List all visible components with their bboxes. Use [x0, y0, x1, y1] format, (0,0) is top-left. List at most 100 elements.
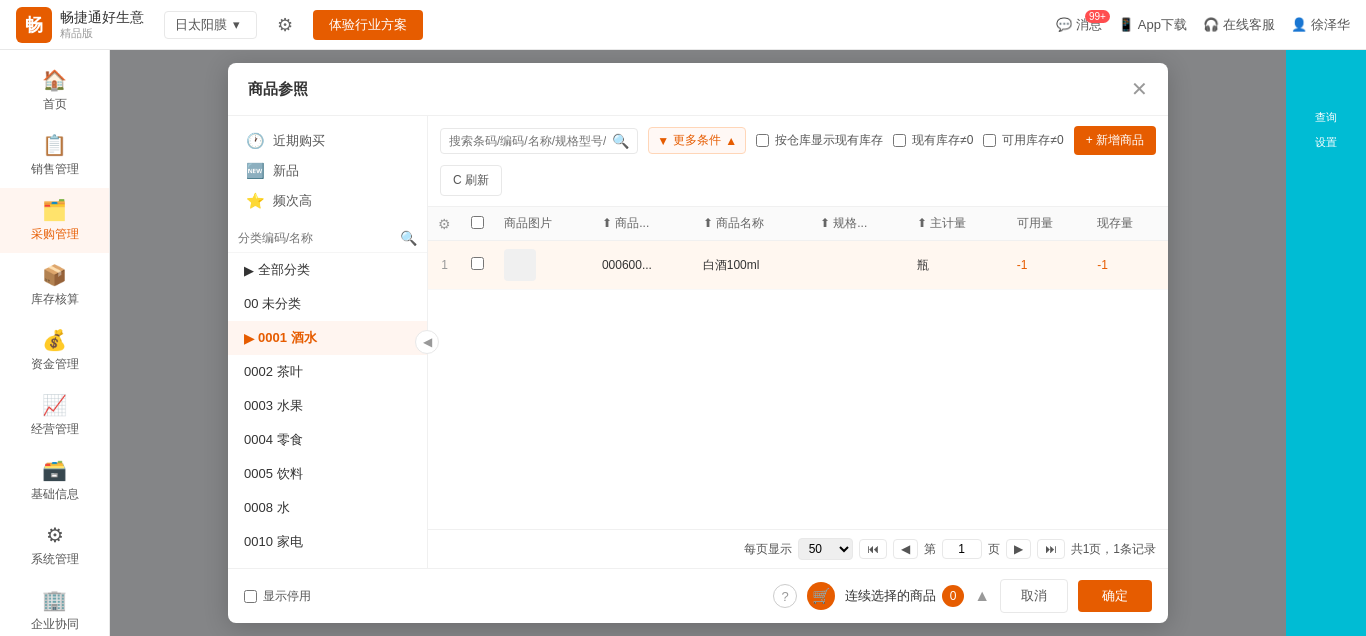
category-0010[interactable]: 0010 家电	[228, 525, 427, 558]
clock-icon: 🕐	[246, 132, 265, 150]
category-0005[interactable]: 0005 饮料	[228, 457, 427, 491]
category-0008[interactable]: 0008 水	[228, 491, 427, 525]
checkbox-nonzero-available-input[interactable]	[983, 134, 996, 147]
more-filters-button[interactable]: ▼ 更多条件 ▲	[648, 127, 746, 154]
checkbox-nonzero-available[interactable]: 可用库存≠0	[983, 132, 1063, 149]
modal-toolbar: 🔍 ▼ 更多条件 ▲ 按仓库显示现有库存	[428, 116, 1168, 207]
right-panel-settings[interactable]: 设置	[1315, 135, 1337, 150]
sidebar-item-base[interactable]: 🗃️ 基础信息	[0, 448, 109, 513]
category-0002[interactable]: 0002 茶叶	[228, 355, 427, 389]
product-search-input[interactable]	[449, 134, 606, 148]
category-0001[interactable]: ▶ 0001 酒水	[228, 321, 427, 355]
sidebar-item-operations-label: 经营管理	[31, 421, 79, 438]
user-avatar[interactable]: 👤 徐泽华	[1291, 16, 1350, 34]
app-edition: 精品版	[60, 26, 144, 41]
page-size-label: 每页显示	[744, 541, 792, 558]
sidebar-item-purchase[interactable]: 🗂️ 采购管理	[0, 188, 109, 253]
logo-icon: 畅	[16, 7, 52, 43]
sidebar-item-system-label: 系统管理	[31, 551, 79, 568]
category-search-input[interactable]	[238, 231, 400, 245]
table-settings-icon[interactable]: ⚙	[438, 216, 451, 232]
row-checkbox[interactable]	[471, 257, 484, 270]
system-icon: ⚙	[46, 523, 64, 547]
sidebar-item-sales[interactable]: 📋 销售管理	[0, 123, 109, 188]
new-icon: 🆕	[246, 162, 265, 180]
checkbox-nonzero-stock[interactable]: 现有库存≠0	[893, 132, 973, 149]
next-page-button[interactable]: ▶	[1006, 539, 1031, 559]
product-unit: 瓶	[907, 241, 1007, 290]
show-disabled-checkbox[interactable]: 显示停用	[244, 588, 311, 605]
category-arrow-0001: ▶	[244, 331, 254, 346]
col-unit: ⬆ 主计量	[907, 207, 1007, 241]
settings-icon[interactable]: ⚙	[269, 9, 301, 41]
modal-right-panel: 🔍 ▼ 更多条件 ▲ 按仓库显示现有库存	[428, 116, 1168, 568]
finance-icon: 💰	[42, 328, 67, 352]
left-panel-collapse-button[interactable]: ◀	[415, 330, 439, 354]
category-arrow-all: ▶	[244, 263, 254, 278]
sidebar-item-home-label: 首页	[43, 96, 67, 113]
trial-button[interactable]: 体验行业方案	[313, 10, 423, 40]
enterprise-icon: 🏢	[42, 588, 67, 612]
product-reference-modal: 商品参照 ✕ 🕐 近期购买 🆕	[228, 63, 1168, 623]
col-img: 商品图片	[494, 207, 592, 241]
refresh-button[interactable]: C 刷新	[440, 165, 502, 196]
add-product-button[interactable]: + 新增商品	[1074, 126, 1156, 155]
sidebar-item-inventory[interactable]: 📦 库存核算	[0, 253, 109, 318]
checkbox-warehouse[interactable]: 按仓库显示现有库存	[756, 132, 883, 149]
cancel-button[interactable]: 取消	[1000, 579, 1068, 613]
last-page-button[interactable]: ⏭	[1037, 539, 1065, 559]
count-badge: 0	[942, 585, 964, 607]
nav-store-selector[interactable]: 日太阳膜 ▾	[164, 11, 257, 39]
col-code: ⬆ 商品...	[592, 207, 693, 241]
main-layout: 🏠 首页 📋 销售管理 🗂️ 采购管理 📦 库存核算 💰 资金管理 📈 经营管理…	[0, 50, 1366, 636]
sidebar-item-purchase-label: 采购管理	[31, 226, 79, 243]
col-stock: 现存量	[1087, 207, 1168, 241]
sidebar-item-enterprise[interactable]: 🏢 企业协同	[0, 578, 109, 636]
sidebar-item-home[interactable]: 🏠 首页	[0, 58, 109, 123]
sidebar-item-base-label: 基础信息	[31, 486, 79, 503]
quick-items: 🕐 近期购买 🆕 新品 ⭐ 频次高	[228, 126, 427, 216]
app-download-item[interactable]: 📱 App下载	[1118, 16, 1187, 34]
quick-item-frequent[interactable]: ⭐ 频次高	[238, 186, 417, 216]
modal-close-button[interactable]: ✕	[1131, 77, 1148, 101]
cart-icon[interactable]: 🛒	[807, 582, 835, 610]
product-image	[504, 249, 536, 281]
checkbox-nonzero-stock-input[interactable]	[893, 134, 906, 147]
category-search-icon[interactable]: 🔍	[400, 230, 417, 246]
page-number-input[interactable]	[942, 539, 982, 559]
modal-left-panel: 🕐 近期购买 🆕 新品 ⭐ 频次高	[228, 116, 428, 568]
category-0004[interactable]: 0004 零食	[228, 423, 427, 457]
category-0003[interactable]: 0003 水果	[228, 389, 427, 423]
product-search-icon[interactable]: 🔍	[612, 133, 629, 149]
logo-area: 畅 畅捷通好生意 精品版	[16, 7, 144, 43]
sidebar: 🏠 首页 📋 销售管理 🗂️ 采购管理 📦 库存核算 💰 资金管理 📈 经营管理…	[0, 50, 110, 636]
table-row[interactable]: 1 000600... 白酒100ml 瓶	[428, 241, 1168, 290]
total-info: 共1页，1条记录	[1071, 541, 1156, 558]
select-all-checkbox[interactable]	[471, 216, 484, 229]
sales-icon: 📋	[42, 133, 67, 157]
sidebar-item-finance[interactable]: 💰 资金管理	[0, 318, 109, 383]
message-icon: 💬	[1056, 17, 1072, 32]
quick-item-recent[interactable]: 🕐 近期购买	[238, 126, 417, 156]
sidebar-item-system[interactable]: ⚙ 系统管理	[0, 513, 109, 578]
confirm-button[interactable]: 确定	[1078, 580, 1152, 612]
help-icon[interactable]: ?	[773, 584, 797, 608]
category-list: ▶ 全部分类 00 未分类 ▶ 0001 酒水 0002 茶	[228, 253, 427, 558]
category-all[interactable]: ▶ 全部分类	[228, 253, 427, 287]
first-page-button[interactable]: ⏮	[859, 539, 887, 559]
page-size-select[interactable]: 50 100	[798, 538, 853, 560]
quick-item-new[interactable]: 🆕 新品	[238, 156, 417, 186]
nav-right: 💬 消息 99+ 📱 App下载 🎧 在线客服 👤 徐泽华	[1056, 16, 1350, 34]
sidebar-item-enterprise-label: 企业协同	[31, 616, 79, 633]
selected-count: 连续选择的商品 0	[845, 585, 964, 607]
checkbox-warehouse-input[interactable]	[756, 134, 769, 147]
message-item[interactable]: 💬 消息 99+	[1056, 16, 1102, 34]
show-disabled-input[interactable]	[244, 590, 257, 603]
online-service-item[interactable]: 🎧 在线客服	[1203, 16, 1275, 34]
collapse-arrow-icon[interactable]: ▲	[974, 587, 990, 605]
right-panel-query[interactable]: 查询	[1315, 110, 1337, 125]
filter-icon: ▼	[657, 134, 669, 148]
sidebar-item-operations[interactable]: 📈 经营管理	[0, 383, 109, 448]
prev-page-button[interactable]: ◀	[893, 539, 918, 559]
category-00[interactable]: 00 未分类	[228, 287, 427, 321]
